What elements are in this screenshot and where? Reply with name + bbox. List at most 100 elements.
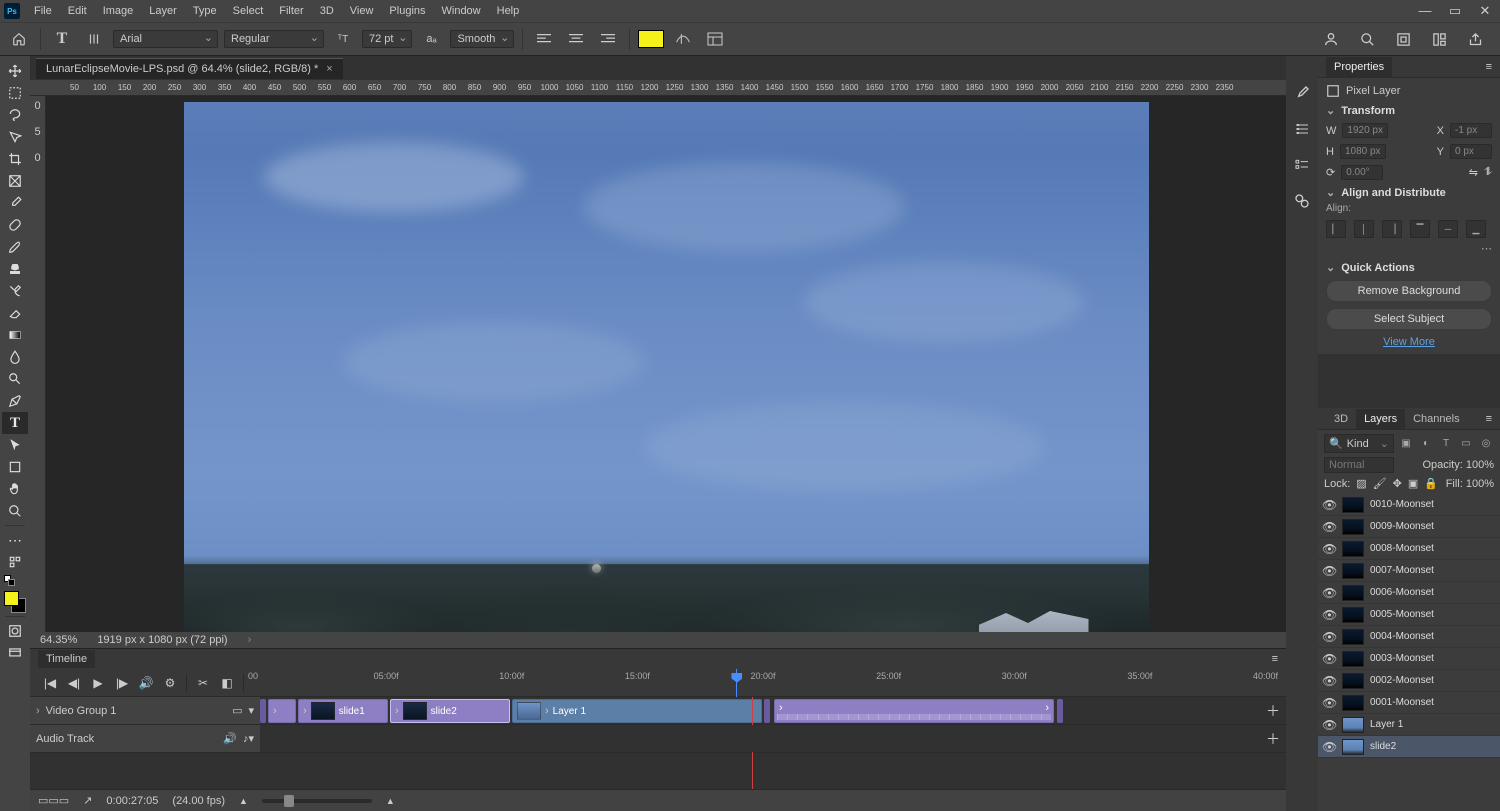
history-brush-tool-icon[interactable] [2,280,28,302]
align-more-icon[interactable]: ⋯ [1326,242,1492,255]
clip-slide1[interactable]: ›slide1 [298,699,388,723]
timeline-settings-icon[interactable]: ⚙ [158,672,182,694]
panel-tab-layers[interactable]: Layers [1356,409,1405,429]
visibility-icon[interactable]: 👁 [1322,740,1336,754]
menu-select[interactable]: Select [225,2,272,20]
filter-type-icon[interactable]: T [1438,437,1454,451]
swatches-panel-icon[interactable] [1291,118,1313,140]
align-top-btn[interactable]: ▔ [1410,220,1430,238]
search-icon[interactable] [1354,26,1380,52]
height-input[interactable]: 1080 px [1340,144,1386,159]
close-button[interactable]: ✕ [1470,0,1500,22]
brush-panel-icon[interactable] [1291,82,1313,104]
zoom-in-icon[interactable]: ▲ [386,796,395,806]
edit-toolbar-icon[interactable] [2,551,28,573]
layer-row[interactable]: 👁 0009-Moonset [1318,516,1500,538]
layer-thumbnail[interactable] [1342,717,1364,733]
crop-tool-icon[interactable] [2,148,28,170]
flip-v-icon[interactable]: ⥮ [1484,166,1492,179]
properties-tab[interactable]: Properties [1326,57,1392,77]
menu-3d[interactable]: 3D [312,2,342,20]
filter-adjust-icon[interactable]: ◐ [1418,437,1434,451]
font-style-select[interactable]: Regular [224,30,324,48]
y-input[interactable]: 0 px [1450,144,1492,159]
render-icon[interactable]: ↗ [83,794,92,807]
layer-row[interactable]: 👁 0001-Moonset [1318,692,1500,714]
adjustments-panel-icon[interactable] [1291,190,1313,212]
track-filmstrip-icon[interactable]: ▭ [232,704,242,717]
menu-file[interactable]: File [26,2,60,20]
align-right-btn[interactable]: ▕ [1382,220,1402,238]
healing-tool-icon[interactable] [2,214,28,236]
track-menu-icon[interactable]: ▾ [248,704,254,717]
panel-menu-icon[interactable]: ≡ [1486,61,1492,73]
menu-edit[interactable]: Edit [60,2,95,20]
close-tab-icon[interactable]: × [326,63,332,75]
visibility-icon[interactable]: 👁 [1322,586,1336,600]
layer-row[interactable]: 👁 0003-Moonset [1318,648,1500,670]
visibility-icon[interactable]: 👁 [1322,498,1336,512]
blur-tool-icon[interactable] [2,346,28,368]
next-frame-icon[interactable]: |▶ [110,672,134,694]
align-bottom-btn[interactable]: ▁ [1466,220,1486,238]
layer-row[interactable]: 👁 Layer 1 [1318,714,1500,736]
text-color-swatch[interactable] [638,30,664,48]
clip-fragment[interactable]: › [268,699,296,723]
character-panel-icon[interactable] [702,26,728,52]
visibility-icon[interactable]: 👁 [1322,542,1336,556]
menu-plugins[interactable]: Plugins [381,2,433,20]
menu-type[interactable]: Type [185,2,225,20]
select-subject-button[interactable]: Select Subject [1326,308,1492,330]
clip-handle[interactable] [1057,699,1063,723]
lock-transparent-icon[interactable]: ▨ [1356,477,1366,490]
quick-actions-section[interactable]: Quick Actions [1326,261,1492,274]
eyedropper-tool-icon[interactable] [2,192,28,214]
angle-input[interactable]: 0.00° [1341,165,1383,180]
track-expand-icon[interactable]: › [36,705,40,717]
panel-menu-icon[interactable]: ≡ [1486,413,1492,425]
go-to-start-icon[interactable]: |◀ [38,672,62,694]
maximize-button[interactable]: ▭ [1440,0,1470,22]
menu-layer[interactable]: Layer [141,2,185,20]
transform-section[interactable]: Transform [1326,104,1492,117]
foreground-background-colors[interactable] [4,591,26,613]
font-family-select[interactable]: Arial [113,30,218,48]
width-input[interactable]: 1920 px [1342,123,1388,138]
anti-alias-select[interactable]: Smooth [450,30,514,48]
layer-row[interactable]: 👁 0010-Moonset [1318,494,1500,516]
x-input[interactable]: -1 px [1450,123,1492,138]
dodge-tool-icon[interactable] [2,368,28,390]
layer-thumbnail[interactable] [1342,739,1364,755]
audio-track-lane[interactable]: ＋ [260,725,1286,752]
type-tool-icon[interactable]: T [2,412,28,434]
prev-frame-icon[interactable]: ◀| [62,672,86,694]
align-section[interactable]: Align and Distribute [1326,186,1492,199]
pen-tool-icon[interactable] [2,390,28,412]
layer-thumbnail[interactable] [1342,629,1364,645]
layer-thumbnail[interactable] [1342,673,1364,689]
frame-animation-icon[interactable]: ▭▭▭ [38,794,69,807]
filter-shape-icon[interactable]: ▭ [1458,437,1474,451]
layer-thumbnail[interactable] [1342,585,1364,601]
video-track-lane[interactable]: › ›slide1 ›slide2 ›Layer 1 › [260,697,1286,724]
layer-thumbnail[interactable] [1342,651,1364,667]
more-tools-icon[interactable]: ⋯ [2,529,28,551]
audio-note-icon[interactable]: ♪▾ [243,732,254,745]
layer-thumbnail[interactable] [1342,541,1364,557]
quick-select-tool-icon[interactable] [2,126,28,148]
default-colors-icon[interactable] [4,575,26,585]
frame-tool-icon[interactable] [2,170,28,192]
eraser-tool-icon[interactable] [2,302,28,324]
layer-row[interactable]: 👁 slide2 [1318,736,1500,758]
align-hcenter-btn[interactable]: │ [1354,220,1374,238]
horizontal-ruler[interactable]: 5010015020025030035040045050055060065070… [30,80,1286,96]
canvas-viewport[interactable]: Kodama © 2021 • astrocamera.net [46,96,1286,632]
type-tool-icon[interactable]: T [49,26,75,52]
playhead[interactable] [736,669,737,697]
font-size-select[interactable]: 72 pt [362,30,412,48]
visibility-icon[interactable]: 👁 [1322,564,1336,578]
split-clip-icon[interactable]: ✂ [191,672,215,694]
layer-row[interactable]: 👁 0008-Moonset [1318,538,1500,560]
screen-mode-icon[interactable] [2,642,28,664]
layer-thumbnail[interactable] [1342,695,1364,711]
